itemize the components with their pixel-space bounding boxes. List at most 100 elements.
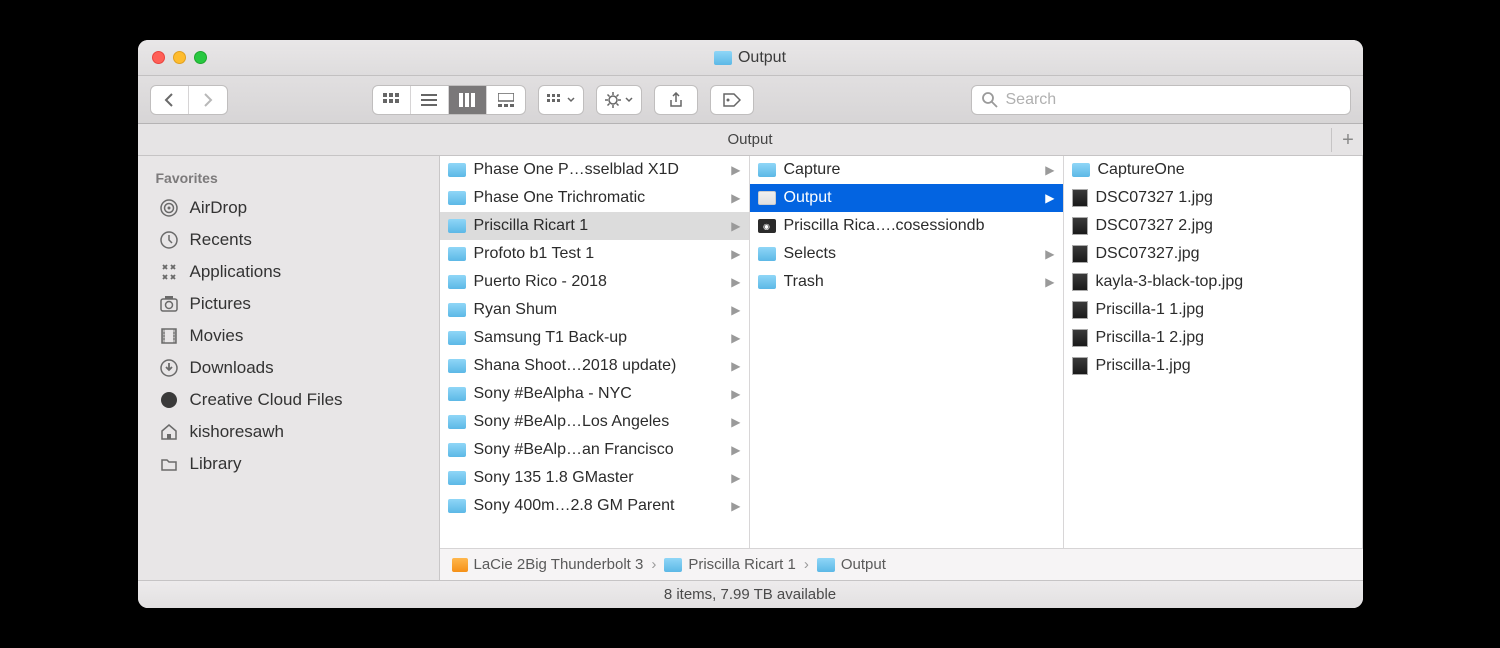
tab-label[interactable]: Output [727,131,772,148]
file-row[interactable]: DSC07327.jpg [1064,240,1362,268]
file-row[interactable]: Priscilla-1.jpg [1064,352,1362,380]
view-buttons [372,85,526,115]
file-row[interactable]: Sony 400m…2.8 GM Parent▶ [440,492,749,520]
file-name: Sony 135 1.8 GMaster [474,469,724,487]
forward-button[interactable] [189,86,227,114]
file-row[interactable]: Trash▶ [750,268,1063,296]
file-name: Output [784,189,1038,207]
chevron-right-icon: ▶ [731,499,740,513]
sidebar-item-label: Movies [190,326,244,346]
sidebar-item-label: Pictures [190,294,251,314]
column-3[interactable]: CaptureOne DSC07327 1.jpg DSC07327 2.jpgDS… [1064,156,1363,548]
view-gallery-button[interactable] [487,86,525,114]
file-row[interactable]: Priscilla-1 1.jpg [1064,296,1362,324]
file-row[interactable]: Ryan Shum▶ [440,296,749,324]
chevron-right-icon: ▶ [731,331,740,345]
action-button[interactable] [596,85,642,115]
file-row[interactable]: Puerto Rico - 2018▶ [440,268,749,296]
file-name: CaptureOne [1098,161,1354,179]
database-icon: ◉ [758,219,776,233]
file-row[interactable]: kayla-3-black-top.jpg [1064,268,1362,296]
path-segment[interactable]: Priscilla Ricart 1 [664,556,796,573]
file-name: Trash [784,273,1038,291]
path-label: LaCie 2Big Thunderbolt 3 [474,556,644,573]
chevron-right-icon: ▶ [1045,247,1054,261]
image-icon [1072,189,1088,207]
image-icon [1072,217,1088,235]
chevron-right-icon: ▶ [731,163,740,177]
image-icon [1072,329,1088,347]
folder-icon [448,163,466,177]
file-row[interactable]: Selects ▶ [750,240,1063,268]
path-bar: LaCie 2Big Thunderbolt 3›Priscilla Ricar… [440,548,1363,580]
share-button[interactable] [654,85,698,115]
file-row[interactable]: Sony #BeAlpha - NYC▶ [440,380,749,408]
sidebar-item[interactable]: Library [138,448,439,480]
sidebar-item-label: Library [190,454,242,474]
file-row[interactable]: Profoto b1 Test 1▶ [440,240,749,268]
chevron-right-icon: ▶ [731,359,740,373]
file-row[interactable]: DSC07327 1.jpg [1064,184,1362,212]
file-row[interactable]: Samsung T1 Back-up▶ [440,324,749,352]
close-button[interactable] [152,51,165,64]
sidebar-item[interactable]: Applications [138,256,439,288]
sidebar-item[interactable]: Movies [138,320,439,352]
search-input[interactable] [1006,91,1340,109]
view-columns-button[interactable] [449,86,487,114]
search-field[interactable] [971,85,1351,115]
file-name: Capture [784,161,1038,179]
file-name: Shana Shoot…2018 update) [474,357,724,375]
folder-icon [714,51,732,65]
file-row[interactable]: Output▶ [750,184,1063,212]
image-icon [1072,273,1088,291]
file-name: Phase One Trichromatic [474,189,724,207]
path-label: Priscilla Ricart 1 [688,556,796,573]
file-row[interactable]: Sony 135 1.8 GMaster▶ [440,464,749,492]
sidebar-item[interactable]: Creative Cloud Files [138,384,439,416]
back-button[interactable] [151,86,189,114]
file-name: Profoto b1 Test 1 [474,245,724,263]
file-name: Sony #BeAlp…an Francisco [474,441,724,459]
tab-bar: Output + [138,124,1363,156]
sidebar-item[interactable]: Pictures [138,288,439,320]
file-row[interactable]: Capture ▶ [750,156,1063,184]
file-row[interactable]: Priscilla Ricart 1▶ [440,212,749,240]
sidebar-item[interactable]: kishoresawh [138,416,439,448]
folder-icon [758,275,776,289]
file-row[interactable]: Sony #BeAlp…Los Angeles▶ [440,408,749,436]
sidebar-item[interactable]: AirDrop [138,192,439,224]
new-tab-button[interactable]: + [1331,128,1355,152]
sidebar-item[interactable]: Downloads [138,352,439,384]
gear-icon [605,92,621,108]
column-2[interactable]: Capture▶Output▶◉Priscilla Rica….cosessio… [750,156,1064,548]
file-name: DSC07327 1.jpg [1096,189,1354,207]
file-row[interactable]: Phase One Trichromatic▶ [440,184,749,212]
file-row[interactable]: DSC07327 2.jpg [1064,212,1362,240]
folder-icon [1072,163,1090,177]
file-name: Puerto Rico - 2018 [474,273,724,291]
file-row[interactable]: ◉Priscilla Rica….cosessiondb [750,212,1063,240]
view-icons-button[interactable] [373,86,411,114]
finder-window: Output [138,40,1363,608]
path-segment[interactable]: Output [817,556,886,573]
group-by-button[interactable] [538,85,584,115]
tags-button[interactable] [710,85,754,115]
chevron-right-icon: ▶ [731,387,740,401]
sidebar-item-icon [158,357,180,379]
view-list-button[interactable] [411,86,449,114]
file-row[interactable]: Shana Shoot…2018 update) ▶ [440,352,749,380]
file-row[interactable]: Phase One P…sselblad X1D▶ [440,156,749,184]
column-1[interactable]: Phase One P…sselblad X1D▶Phase One Trich… [440,156,750,548]
path-segment[interactable]: LaCie 2Big Thunderbolt 3 [452,556,644,573]
sidebar-section-header: Favorites [138,166,439,192]
chevron-right-icon: ▶ [1045,163,1054,177]
file-row[interactable]: Sony #BeAlp…an Francisco▶ [440,436,749,464]
minimize-button[interactable] [173,51,186,64]
file-name: Selects [784,245,1038,263]
sidebar-item[interactable]: Recents [138,224,439,256]
file-row[interactable]: Priscilla-1 2.jpg [1064,324,1362,352]
window-title: Output [138,49,1363,67]
file-row[interactable]: CaptureOne [1064,156,1362,184]
sidebar-item-icon [158,453,180,475]
zoom-button[interactable] [194,51,207,64]
